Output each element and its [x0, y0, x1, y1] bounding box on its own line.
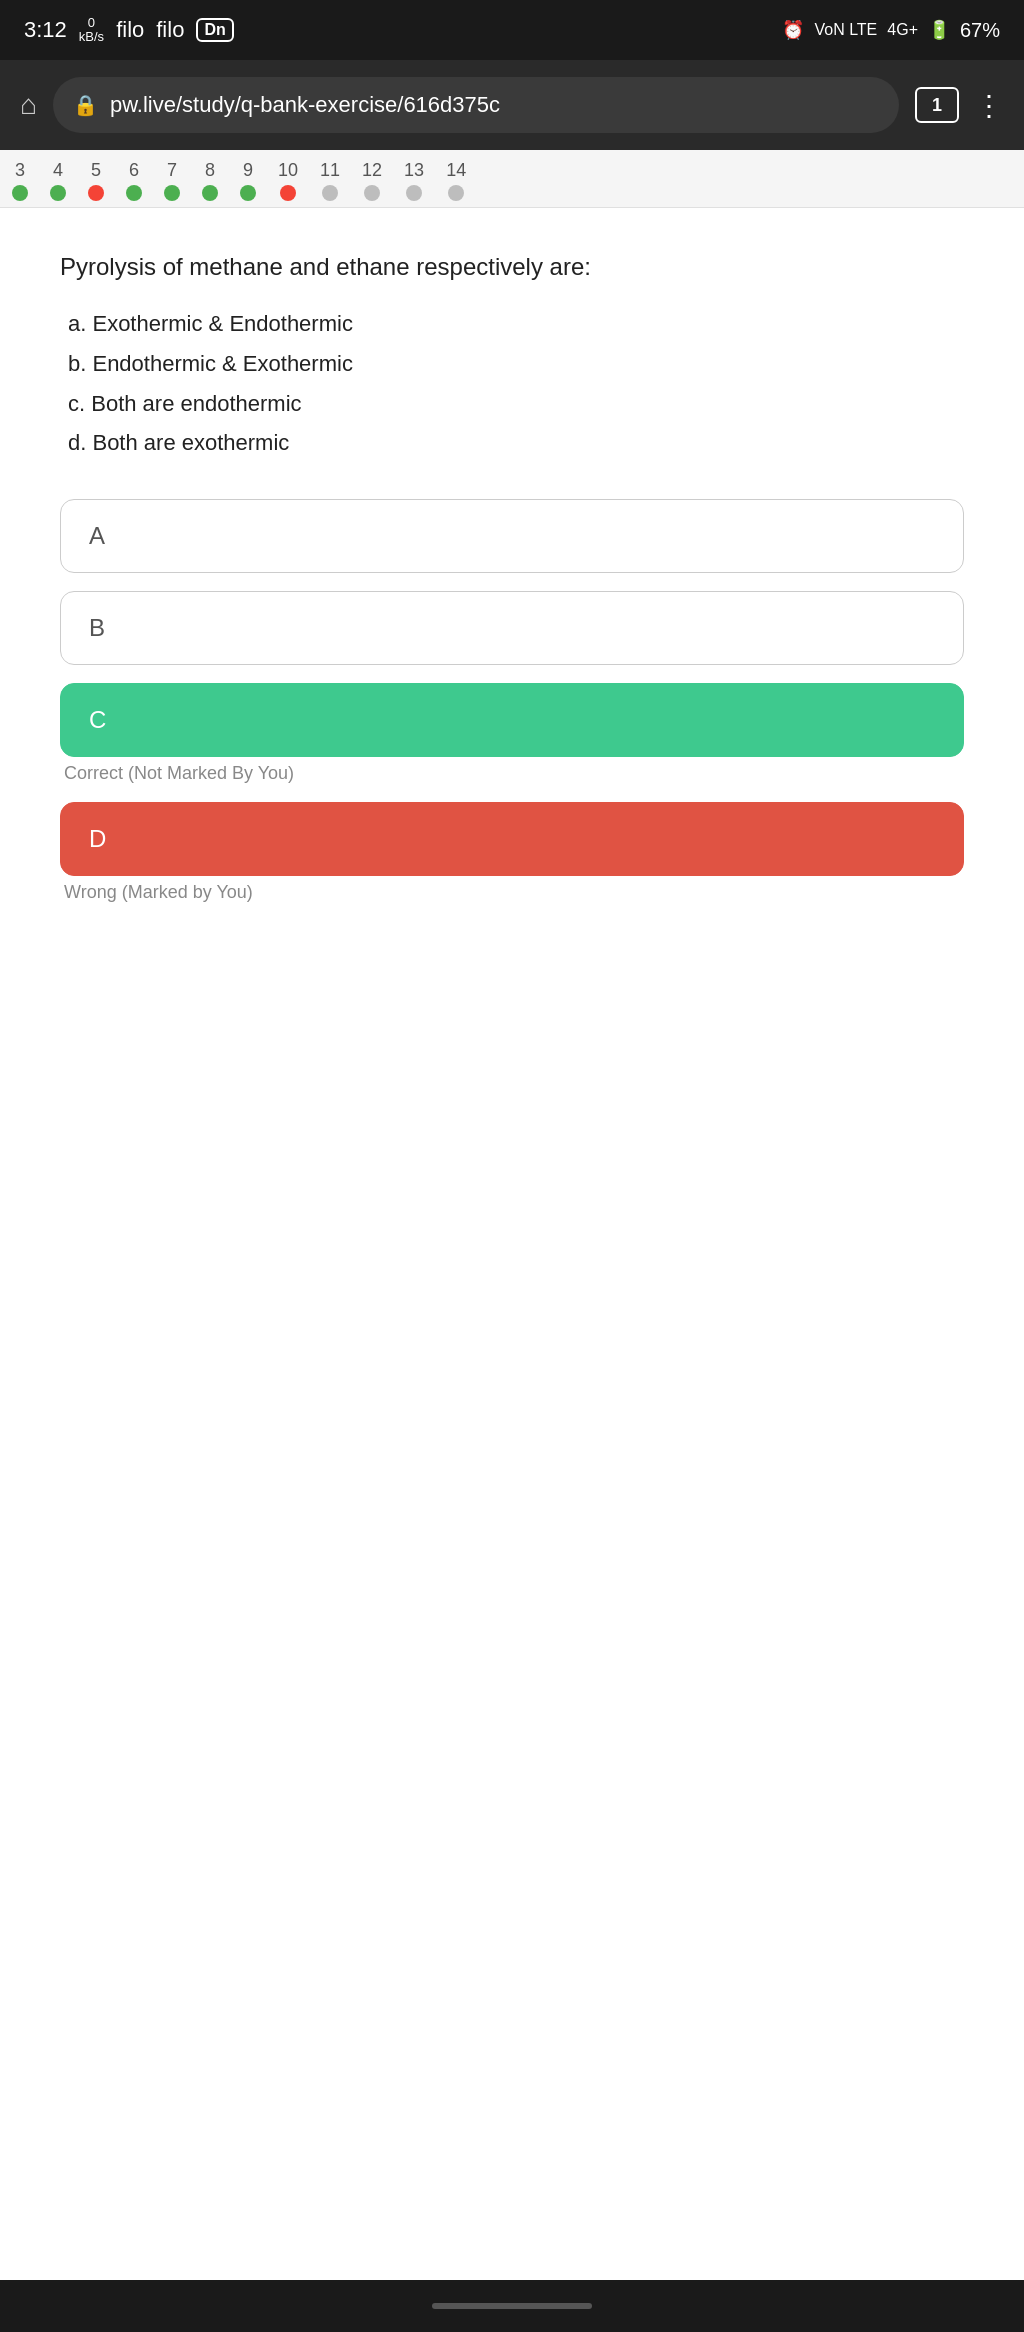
nav-dot-item[interactable]: 8 [202, 160, 218, 201]
nav-dot-circle [202, 185, 218, 201]
browser-menu-button[interactable]: ⋮ [975, 89, 1004, 122]
answer-options: A B C Correct (Not Marked By You) D Wrong (Ma… [60, 499, 964, 903]
status-time: 3:12 [24, 17, 67, 43]
nav-dot-number: 12 [362, 160, 382, 181]
nav-dot-item[interactable]: 11 [320, 160, 340, 201]
option-label: D [89, 825, 106, 853]
battery-percent: 67% [960, 19, 1000, 42]
nav-dot-item[interactable]: 14 [446, 160, 466, 201]
answer-option-wrapper: B [60, 591, 964, 665]
status-right: ⏰ VoN LTE 4G+ 🔋 67% [782, 19, 1000, 42]
question-option-line: b. Endothermic & Exothermic [68, 344, 964, 384]
question-options-text: a. Exothermic & Endothermicb. Endothermi… [60, 304, 964, 462]
nav-dot-item[interactable]: 5 [88, 160, 104, 201]
answer-caption: Correct (Not Marked By You) [64, 763, 964, 784]
answer-option-button-a[interactable]: A [60, 499, 964, 573]
bottom-bar [0, 2280, 1024, 2332]
nav-dot-number: 7 [167, 160, 177, 181]
question-option-line: c. Both are endothermic [68, 384, 964, 424]
nav-dot-circle [364, 185, 380, 201]
status-kb: 0 kB/s [79, 16, 104, 45]
nav-dot-circle [448, 185, 464, 201]
url-text: pw.live/study/q-bank-exercise/616d375c [110, 92, 879, 118]
nav-dot-number: 4 [53, 160, 63, 181]
nav-dot-circle [88, 185, 104, 201]
nav-dot-number: 10 [278, 160, 298, 181]
nav-dot-item[interactable]: 6 [126, 160, 142, 201]
nav-dot-circle [164, 185, 180, 201]
nav-dot-number: 11 [320, 160, 340, 181]
status-app2: filo [156, 17, 184, 43]
nav-dot-number: 5 [91, 160, 101, 181]
option-label: A [89, 522, 105, 550]
option-label: B [89, 614, 105, 642]
nav-dot-item[interactable]: 7 [164, 160, 180, 201]
question-text: Pyrolysis of methane and ethane respecti… [60, 248, 964, 286]
answer-option-wrapper: D Wrong (Marked by You) [60, 802, 964, 903]
nav-dot-number: 13 [404, 160, 424, 181]
status-app1: filo [116, 17, 144, 43]
answer-option-wrapper: A [60, 499, 964, 573]
nav-dot-circle [126, 185, 142, 201]
answer-option-button-d[interactable]: D [60, 802, 964, 876]
answer-option-button-c[interactable]: C [60, 683, 964, 757]
nav-dot-item[interactable]: 3 [12, 160, 28, 201]
alarm-icon: ⏰ [782, 19, 804, 41]
answer-caption: Wrong (Marked by You) [64, 882, 964, 903]
main-content: Pyrolysis of methane and ethane respecti… [0, 208, 1024, 943]
nav-dot-item[interactable]: 4 [50, 160, 66, 201]
nav-dot-number: 9 [243, 160, 253, 181]
url-bar[interactable]: 🔒 pw.live/study/q-bank-exercise/616d375c [53, 77, 899, 133]
nav-dot-number: 6 [129, 160, 139, 181]
nav-dot-number: 3 [15, 160, 25, 181]
answer-option-wrapper: C Correct (Not Marked By You) [60, 683, 964, 784]
bottom-indicator [432, 2303, 592, 2309]
nav-dot-circle [12, 185, 28, 201]
home-button[interactable]: ⌂ [20, 89, 37, 121]
lock-icon: 🔒 [73, 93, 98, 117]
answer-option-button-b[interactable]: B [60, 591, 964, 665]
nav-dot-circle [240, 185, 256, 201]
status-badge: Dn [196, 18, 233, 42]
nav-dots: 3 4 5 6 7 8 9 10 11 12 13 14 [0, 160, 1024, 201]
tab-count-button[interactable]: 1 [915, 87, 959, 123]
question-block: Pyrolysis of methane and ethane respecti… [60, 248, 964, 463]
nav-dot-circle [280, 185, 296, 201]
option-label: C [89, 706, 106, 734]
signal-icon: VoN LTE [814, 21, 877, 39]
question-option-line: a. Exothermic & Endothermic [68, 304, 964, 344]
nav-dot-circle [50, 185, 66, 201]
question-option-line: d. Both are exothermic [68, 423, 964, 463]
nav-dots-bar: 3 4 5 6 7 8 9 10 11 12 13 14 [0, 150, 1024, 208]
nav-dot-item[interactable]: 10 [278, 160, 298, 201]
battery-icon: 🔋 [928, 19, 950, 41]
status-left: 3:12 0 kB/s filo filo Dn [24, 16, 234, 45]
nav-dot-circle [406, 185, 422, 201]
network-icon: 4G+ [887, 21, 918, 39]
nav-dot-item[interactable]: 12 [362, 160, 382, 201]
browser-bar: ⌂ 🔒 pw.live/study/q-bank-exercise/616d37… [0, 60, 1024, 150]
nav-dot-circle [322, 185, 338, 201]
nav-dot-number: 8 [205, 160, 215, 181]
status-bar: 3:12 0 kB/s filo filo Dn ⏰ VoN LTE 4G+ 🔋… [0, 0, 1024, 60]
nav-dot-item[interactable]: 13 [404, 160, 424, 201]
nav-dot-number: 14 [446, 160, 466, 181]
nav-dot-item[interactable]: 9 [240, 160, 256, 201]
